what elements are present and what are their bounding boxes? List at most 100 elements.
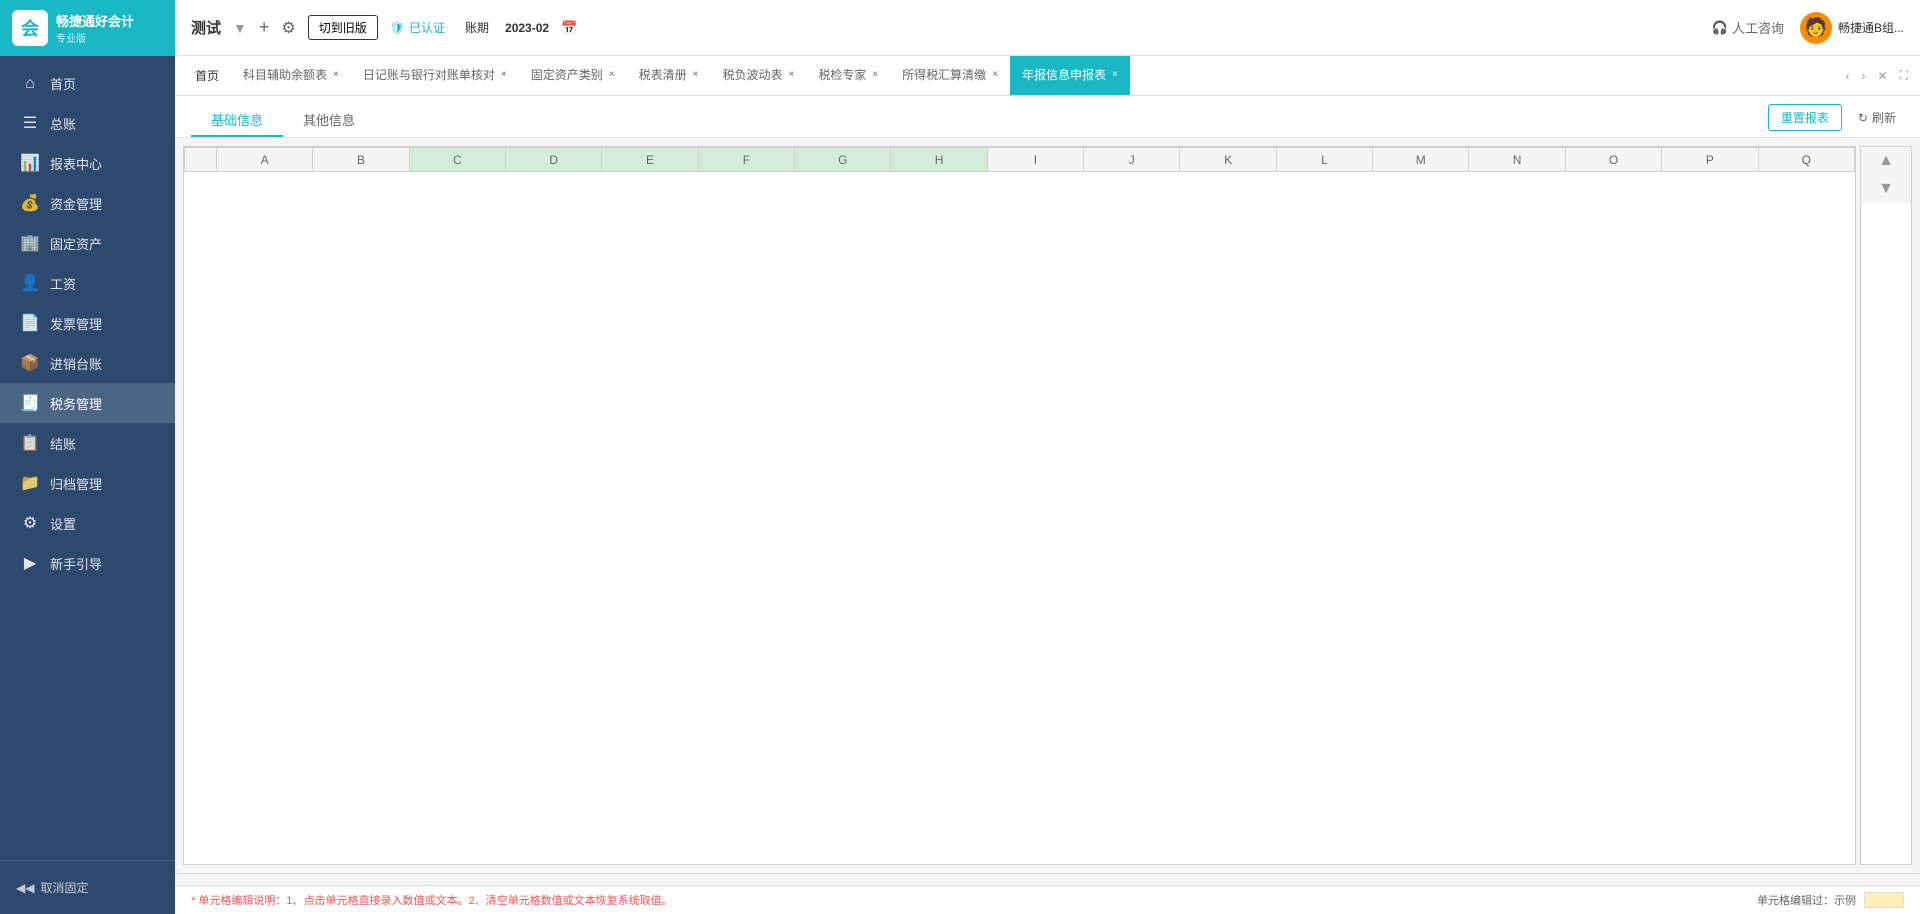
col-header-row: ABCDEFGHIJKLMNOPQ — [185, 148, 1855, 172]
tab-close-journal-bank[interactable]: × — [501, 69, 507, 80]
sub-tab-list: 基础信息其他信息 — [191, 104, 375, 137]
spreadsheet-table: ABCDEFGHIJKLMNOPQ — [184, 147, 1855, 172]
sidebar-item-payroll[interactable]: 👤工资 — [0, 263, 175, 303]
tab-tax-wave[interactable]: 税负波动表× — [710, 56, 806, 96]
tab-annual-report[interactable]: 年报信息申报表× — [1010, 56, 1130, 96]
sidebar-item-guide[interactable]: ▶新手引导 — [0, 543, 175, 583]
tab-close-income-tax[interactable]: × — [992, 69, 998, 80]
col-header-M: M — [1373, 148, 1469, 172]
home-icon: ⌂ — [20, 75, 40, 93]
tab-bar: 首页 科目辅助余额表×日记账与银行对账单核对×固定资产类别×税表清册×税负波动表… — [175, 56, 1920, 96]
sidebar-item-purchase-sales[interactable]: 📦进销台账 — [0, 343, 175, 383]
tax-icon: 🧾 — [20, 393, 40, 413]
add-tab-button[interactable]: + — [259, 17, 270, 38]
switch-old-version-button[interactable]: 切到旧版 — [308, 15, 378, 40]
payroll-icon: 👤 — [20, 273, 40, 293]
col-header-J: J — [1084, 148, 1180, 172]
sidebar-item-settings[interactable]: ⚙设置 — [0, 503, 175, 543]
invoice-icon: 📄 — [20, 313, 40, 333]
archive-icon: 📁 — [20, 473, 40, 493]
example-cell — [1864, 892, 1904, 908]
logo-text: 畅捷通好会计 专业版 — [56, 11, 134, 45]
sidebar-item-fixed-assets[interactable]: 🏢固定资产 — [0, 223, 175, 263]
col-header-I: I — [987, 148, 1083, 172]
purchase-sales-icon: 📦 — [20, 353, 40, 373]
tab-close-aux-balance[interactable]: × — [333, 69, 339, 80]
close-icon: 📋 — [20, 433, 40, 453]
spreadsheet-wrapper: ABCDEFGHIJKLMNOPQ ▲ ▼ — [175, 138, 1920, 873]
col-header-Q: Q — [1758, 148, 1855, 172]
headset-icon: 🎧 — [1712, 20, 1728, 36]
sidebar-item-close[interactable]: 📋结账 — [0, 423, 175, 463]
general-ledger-icon: ☰ — [20, 113, 40, 133]
tab-expand[interactable]: ⛶ — [1896, 68, 1912, 83]
tab-close-tax-return[interactable]: × — [693, 69, 699, 80]
tab-close-tax-expert[interactable]: × — [872, 69, 878, 80]
pin-icon: ◀◀ — [16, 881, 34, 895]
tab-fixed-asset-type[interactable]: 固定资产类别× — [519, 56, 627, 96]
verified-badge: 🛡 已认证 — [390, 19, 445, 36]
sidebar-item-general-ledger[interactable]: ☰总账 — [0, 103, 175, 143]
tab-income-tax[interactable]: 所得税汇算清缴× — [890, 56, 1010, 96]
sidebar-nav: ⌂首页☰总账📊报表中心💰资金管理🏢固定资产👤工资📄发票管理📦进销台账🧾税务管理📋… — [0, 56, 175, 860]
tab-close-fixed-asset-type[interactable]: × — [609, 69, 615, 80]
col-header-B: B — [313, 148, 409, 172]
page-content: 基础信息其他信息 重置报表 ↻ 刷新 ABCDEFGHIJKLMNOPQ — [175, 96, 1920, 914]
footer-note: * 单元格编辑说明：1、点击单元格直接录入数值或文本。2、清空单元格数值或文本恢… — [191, 892, 673, 908]
year-nav-up[interactable]: ▲ — [1861, 147, 1911, 175]
module-dropdown-icon[interactable]: ▼ — [233, 20, 247, 36]
user-avatar: 🧑 — [1800, 12, 1832, 44]
sidebar-item-home[interactable]: ⌂首页 — [0, 64, 175, 103]
reset-report-button[interactable]: 重置报表 — [1768, 104, 1842, 131]
sidebar-item-archive[interactable]: 📁归档管理 — [0, 463, 175, 503]
tab-close-current[interactable]: ✕ — [1874, 69, 1892, 83]
tab-close-tax-wave[interactable]: × — [788, 69, 794, 80]
funds-icon: 💰 — [20, 193, 40, 213]
main-content: 测试 ▼ + ⚙ 切到旧版 🛡 已认证 账期 2023-02 📅 🎧 人工咨询 … — [175, 0, 1920, 914]
sidebar-bottom: ◀◀ 取消固定 — [0, 860, 175, 914]
footer-right: 单元格编辑过：示例 — [1757, 892, 1904, 908]
col-header-C: C — [409, 148, 505, 172]
tab-home[interactable]: 首页 — [183, 67, 231, 84]
guide-icon: ▶ — [20, 553, 40, 573]
col-header-A: A — [217, 148, 313, 172]
reports-icon: 📊 — [20, 153, 40, 173]
example-label: 单元格编辑过：示例 — [1757, 892, 1856, 908]
sub-tab-other[interactable]: 其他信息 — [283, 104, 375, 137]
user-area[interactable]: 🧑 畅捷通B组... — [1800, 12, 1904, 44]
spreadsheet-container[interactable]: ABCDEFGHIJKLMNOPQ — [183, 146, 1856, 865]
cancel-fixed-button[interactable]: ◀◀ 取消固定 — [0, 871, 175, 904]
tab-aux-balance[interactable]: 科目辅助余额表× — [231, 56, 351, 96]
tab-journal-bank[interactable]: 日记账与银行对账单核对× — [351, 56, 519, 96]
tab-tax-return[interactable]: 税表清册× — [627, 56, 711, 96]
tab-close-annual-report[interactable]: × — [1112, 69, 1118, 80]
h-scrollbar-area — [175, 873, 1920, 885]
tab-tax-expert[interactable]: 税检专家× — [806, 56, 890, 96]
sidebar-item-invoice[interactable]: 📄发票管理 — [0, 303, 175, 343]
sidebar-item-funds[interactable]: 💰资金管理 — [0, 183, 175, 223]
col-header-G: G — [795, 148, 891, 172]
col-header-O: O — [1565, 148, 1661, 172]
settings-icon[interactable]: ⚙ — [281, 18, 295, 38]
year-nav-down[interactable]: ▼ — [1861, 175, 1911, 203]
module-title: 测试 — [191, 17, 221, 38]
refresh-icon: ↻ — [1858, 111, 1868, 125]
top-bar: 测试 ▼ + ⚙ 切到旧版 🛡 已认证 账期 2023-02 📅 🎧 人工咨询 … — [175, 0, 1920, 56]
spreadsheet-footer: * 单元格编辑说明：1、点击单元格直接录入数值或文本。2、清空单元格数值或文本恢… — [175, 885, 1920, 914]
sidebar-item-tax[interactable]: 🧾税务管理 — [0, 383, 175, 423]
refresh-button[interactable]: ↻ 刷新 — [1850, 105, 1904, 130]
sidebar-logo: 会 畅捷通好会计 专业版 — [0, 0, 175, 56]
year-sidebar: ▲ ▼ — [1860, 146, 1912, 865]
col-header-D: D — [506, 148, 602, 172]
sidebar-item-reports[interactable]: 📊报表中心 — [0, 143, 175, 183]
col-header-H: H — [891, 148, 987, 172]
sub-tab-basic[interactable]: 基础信息 — [191, 104, 283, 137]
col-header-N: N — [1469, 148, 1565, 172]
col-header- — [185, 148, 217, 172]
col-header-E: E — [602, 148, 698, 172]
tab-nav-prev[interactable]: ‹ — [1842, 69, 1854, 83]
calendar-icon[interactable]: 📅 — [561, 20, 577, 36]
user-name: 畅捷通B组... — [1838, 19, 1904, 36]
consult-button[interactable]: 🎧 人工咨询 — [1712, 18, 1784, 37]
tab-nav-next[interactable]: › — [1858, 69, 1870, 83]
